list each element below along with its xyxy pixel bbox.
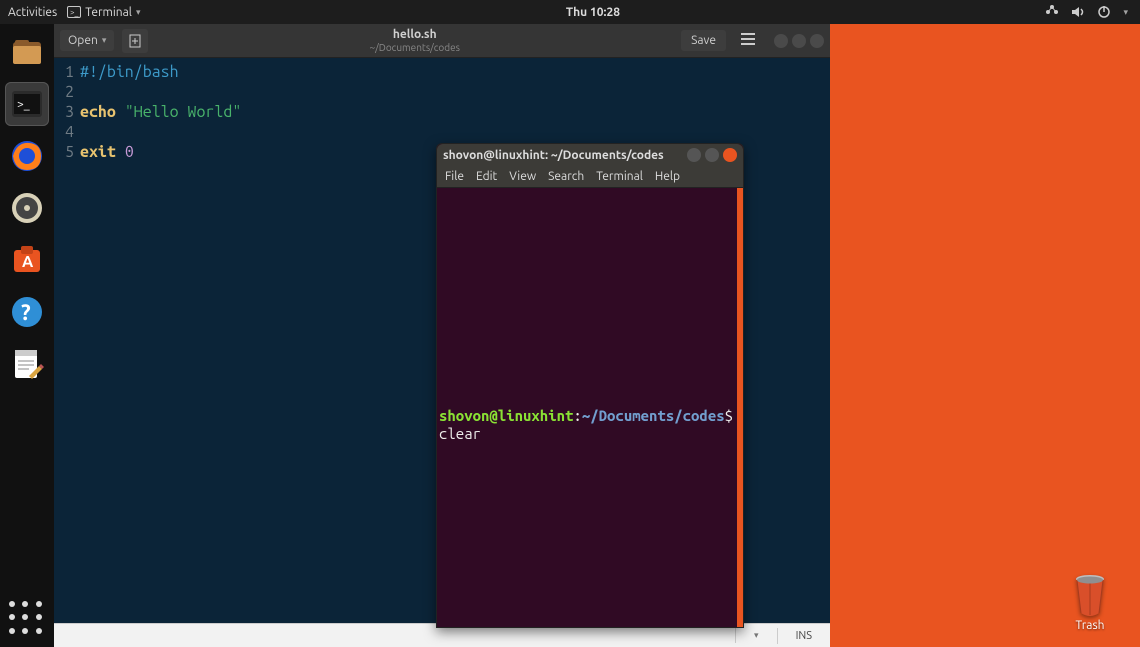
- window-close-button[interactable]: [810, 34, 824, 48]
- code-line[interactable]: [80, 82, 830, 102]
- clock[interactable]: Thu 10:28: [140, 6, 1045, 19]
- statusbar-dropdown[interactable]: ▾: [735, 628, 777, 643]
- terminal-icon: >_: [9, 86, 45, 122]
- gedit-filepath: ~/Documents/codes: [156, 42, 673, 53]
- firefox-icon: [9, 138, 45, 174]
- menu-search[interactable]: Search: [548, 170, 584, 183]
- terminal-prompt-line: shovon@linuxhint:~/Documents/codes$ clea…: [439, 407, 741, 443]
- terminal-titlebar[interactable]: shovon@linuxhint: ~/Documents/codes: [437, 144, 743, 166]
- new-tab-button[interactable]: [122, 29, 148, 53]
- line-number: 4: [54, 122, 74, 142]
- menu-help[interactable]: Help: [655, 170, 680, 183]
- menu-edit[interactable]: Edit: [476, 170, 497, 183]
- prompt-user: shovon@linuxhint: [439, 407, 573, 424]
- trash-label: Trash: [1075, 619, 1104, 632]
- help-icon: ?: [9, 294, 45, 330]
- gedit-title: hello.sh ~/Documents/codes: [156, 28, 673, 52]
- gedit-filename: hello.sh: [156, 28, 673, 41]
- terminal-glyph-icon: >_: [67, 6, 81, 18]
- typed-command: clear: [439, 425, 481, 442]
- software-icon: A: [9, 242, 45, 278]
- line-number: 1: [54, 62, 74, 82]
- code-line[interactable]: echo "Hello World": [80, 102, 830, 122]
- chevron-down-icon: ▾: [136, 7, 141, 18]
- prompt-path: ~/Documents/codes: [582, 407, 725, 424]
- trash-icon: [1070, 573, 1110, 617]
- terminal-body[interactable]: shovon@linuxhint:~/Documents/codes$ clea…: [437, 188, 743, 627]
- dock-software[interactable]: A: [5, 238, 49, 282]
- new-document-icon: [128, 34, 142, 48]
- dock-firefox[interactable]: [5, 134, 49, 178]
- terminal-menubar: File Edit View Search Terminal Help: [437, 166, 743, 188]
- activities-button[interactable]: Activities: [8, 6, 57, 19]
- volume-icon[interactable]: [1071, 5, 1085, 19]
- menu-view[interactable]: View: [509, 170, 536, 183]
- code-line[interactable]: #!/bin/bash: [80, 62, 830, 82]
- hamburger-menu-button[interactable]: [734, 28, 762, 54]
- chevron-down-icon: ▾: [102, 35, 107, 46]
- files-icon: [9, 34, 45, 70]
- gedit-headerbar: Open ▾ hello.sh ~/Documents/codes Save: [54, 24, 830, 58]
- app-menu[interactable]: >_ Terminal ▾: [67, 6, 140, 19]
- open-button[interactable]: Open ▾: [60, 30, 114, 51]
- chevron-down-icon: ▾: [1123, 7, 1128, 18]
- svg-text:?: ?: [21, 300, 31, 325]
- window-maximize-button[interactable]: [705, 148, 719, 162]
- dock-terminal[interactable]: >_: [5, 82, 49, 126]
- terminal-window: shovon@linuxhint: ~/Documents/codes File…: [436, 143, 744, 628]
- svg-text:>_: >_: [70, 8, 79, 17]
- window-minimize-button[interactable]: [687, 148, 701, 162]
- code-line[interactable]: [80, 122, 830, 142]
- network-icon[interactable]: [1045, 5, 1059, 19]
- svg-text:>_: >_: [17, 98, 30, 111]
- terminal-title: shovon@linuxhint: ~/Documents/codes: [443, 149, 687, 162]
- menu-file[interactable]: File: [445, 170, 464, 183]
- gnome-topbar: Activities >_ Terminal ▾ Thu 10:28 ▾: [0, 0, 1140, 24]
- system-tray[interactable]: ▾: [1045, 5, 1140, 19]
- dock-text-editor[interactable]: [5, 342, 49, 386]
- window-maximize-button[interactable]: [792, 34, 806, 48]
- text-editor-icon: [9, 346, 45, 382]
- show-applications-button[interactable]: [9, 601, 45, 637]
- dock: >_ A ?: [0, 24, 54, 647]
- hamburger-icon: [740, 32, 756, 46]
- line-number: 3: [54, 102, 74, 122]
- power-icon[interactable]: [1097, 5, 1111, 19]
- terminal-scrollbar[interactable]: [737, 188, 743, 627]
- app-menu-label: Terminal: [85, 6, 132, 19]
- dock-help[interactable]: ?: [5, 290, 49, 334]
- chevron-down-icon: ▾: [754, 630, 759, 641]
- line-number: 5: [54, 142, 74, 162]
- dock-rhythmbox[interactable]: [5, 186, 49, 230]
- svg-text:A: A: [22, 253, 34, 271]
- window-close-button[interactable]: [723, 148, 737, 162]
- save-button[interactable]: Save: [681, 30, 726, 51]
- statusbar-insert-mode[interactable]: INS: [777, 628, 830, 644]
- line-number-gutter: 12345: [54, 58, 78, 623]
- menu-terminal[interactable]: Terminal: [596, 170, 643, 183]
- open-button-label: Open: [68, 34, 98, 47]
- rhythmbox-icon: [9, 190, 45, 226]
- line-number: 2: [54, 82, 74, 102]
- trash-desktop-icon[interactable]: Trash: [1070, 573, 1110, 632]
- window-minimize-button[interactable]: [774, 34, 788, 48]
- dock-files[interactable]: [5, 30, 49, 74]
